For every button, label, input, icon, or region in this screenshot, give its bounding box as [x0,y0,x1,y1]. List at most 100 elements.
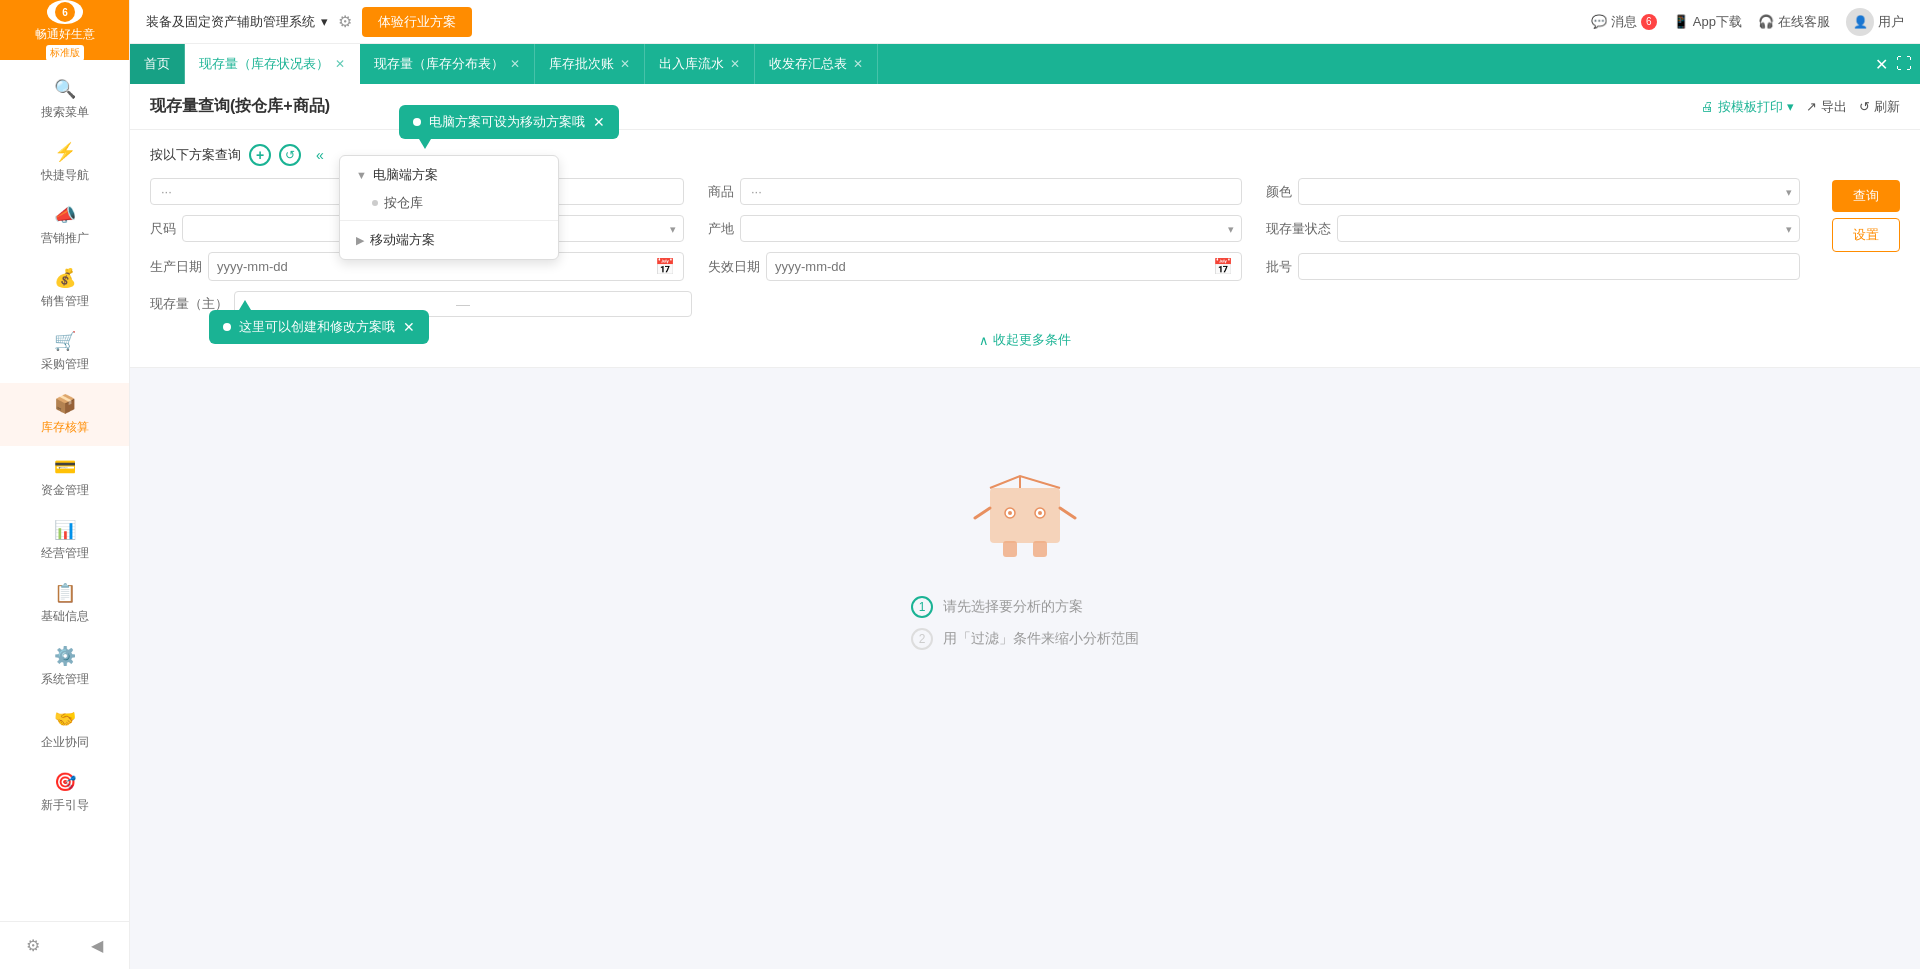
tooltip1-text: 电脑方案可设为移动方案哦 [429,113,585,131]
template-dropdown-icon: ▾ [1787,99,1794,114]
filter-inv-status: 现存量状态 ▾ [1266,215,1800,242]
exp-date-range: 📅 [766,252,1242,281]
tooltip2-arrow [239,300,251,310]
reset-button[interactable]: 设置 [1832,218,1900,252]
user-menu[interactable]: 👤 用户 [1846,8,1904,36]
tab-bar: 首页 现存量（库存状况表） ✕ 现存量（库存分布表） ✕ 库存批次账 ✕ 出入库… [130,44,1920,84]
logo-icon: 6 [47,0,83,24]
exp-date-calendar-icon[interactable]: 📅 [1213,257,1233,276]
tab-inventory-dist[interactable]: 现存量（库存分布表） ✕ [360,44,535,84]
tab-inout-flow-label: 出入库流水 [659,55,724,73]
system-icon: ⚙️ [54,645,76,667]
prod-date-start[interactable] [217,259,651,274]
sidebar-item-finance[interactable]: 💳 资金管理 [0,446,129,509]
tooltip1-close[interactable]: ✕ [593,114,605,130]
tooltip2-close[interactable]: ✕ [403,319,415,335]
origin-label: 产地 [708,220,734,238]
sidebar: 6 畅通好生意 标准版 🔍 搜索菜单 ⚡ 快捷导航 📣 营销推广 💰 销售管理 … [0,0,130,969]
logo-badge: 标准版 [46,45,84,61]
app-download-button[interactable]: 📱 App下载 [1673,13,1742,31]
inv-status-label: 现存量状态 [1266,220,1331,238]
prod-date-calendar-icon[interactable]: 📅 [655,257,675,276]
product-label: 商品 [708,183,734,201]
tab-close-all-icon[interactable]: ✕ [1875,55,1888,74]
step1-text: 请先选择要分析的方案 [943,598,1083,616]
tooltip-scheme-mobile: 电脑方案可设为移动方案哦 ✕ [399,105,619,139]
bullet-icon [372,200,378,206]
batch-input[interactable] [1298,253,1800,280]
sidebar-item-system[interactable]: ⚙️ 系统管理 [0,635,129,698]
settings-button[interactable]: ⚙ [20,930,46,961]
sidebar-item-basic[interactable]: 📋 基础信息 [0,572,129,635]
empty-state: 1 请先选择要分析的方案 2 用「过滤」条件来缩小分析范围 [130,368,1920,730]
color-select[interactable] [1298,178,1800,205]
refresh-scheme-button[interactable]: ↺ [279,144,301,166]
origin-select[interactable] [740,215,1242,242]
sidebar-item-inventory[interactable]: 📦 库存核算 [0,383,129,446]
sidebar-item-search[interactable]: 🔍 搜索菜单 [0,68,129,131]
quicknav-icon: ⚡ [54,141,76,163]
tab-batch-ledger-close[interactable]: ✕ [620,57,630,71]
tab-inout-flow[interactable]: 出入库流水 ✕ [645,44,755,84]
tab-home[interactable]: 首页 [130,44,185,84]
sidebar-item-marketing[interactable]: 📣 营销推广 [0,194,129,257]
filter-color: 颜色 ▾ [1266,178,1800,205]
system-selector[interactable]: 装备及固定资产辅助管理系统 ▾ [146,13,328,31]
tab-collect-summary[interactable]: 收发存汇总表 ✕ [755,44,878,84]
scheme-item-wrapper: 按仓库 [356,190,558,216]
sidebar-item-purchase[interactable]: 🛒 采购管理 [0,320,129,383]
marketing-icon: 📣 [54,204,76,226]
sidebar-label-sales: 销售管理 [41,293,89,310]
sidebar-label-inventory: 库存核算 [41,419,89,436]
tab-inventory-dist-close[interactable]: ✕ [510,57,520,71]
inv-qty-end[interactable] [474,297,683,312]
sidebar-nav: 🔍 搜索菜单 ⚡ 快捷导航 📣 营销推广 💰 销售管理 🛒 采购管理 📦 库存核… [0,60,129,921]
prod-date-label: 生产日期 [150,258,202,276]
mobile-section-toggle[interactable]: ▶ 移动端方案 [340,225,558,255]
pc-section-toggle[interactable]: ▼ 电脑端方案 [340,160,558,190]
filter-area: 按以下方案查询 + ↺ « ▼ 电脑端方案 按仓库 [130,130,1920,368]
tab-inventory-status[interactable]: 现存量（库存状况表） ✕ [185,44,360,84]
enterprise-icon: 🤝 [54,708,76,730]
svg-rect-7 [1003,541,1017,557]
settings-gear-icon[interactable]: ⚙ [338,12,352,31]
inv-status-select[interactable] [1337,215,1800,242]
sidebar-item-newbie[interactable]: 🎯 新手引导 [0,761,129,824]
collapse-icon: ∧ [979,333,989,348]
tab-collect-summary-close[interactable]: ✕ [853,57,863,71]
tab-inout-flow-close[interactable]: ✕ [730,57,740,71]
chevron-down-icon: ▼ [356,169,367,181]
refresh-button[interactable]: ↺ 刷新 [1859,98,1900,116]
header-left: 装备及固定资产辅助管理系统 ▾ ⚙ 体验行业方案 [146,7,472,37]
sidebar-item-quicknav[interactable]: ⚡ 快捷导航 [0,131,129,194]
step1-num: 1 [911,596,933,618]
search-icon: 🔍 [54,78,76,100]
tab-batch-ledger[interactable]: 库存批次账 ✕ [535,44,645,84]
tab-maximize-icon[interactable]: ⛶ [1896,55,1912,73]
message-icon: 💬 [1591,14,1607,29]
back-scheme-button[interactable]: « [309,144,331,166]
main-header: 装备及固定资产辅助管理系统 ▾ ⚙ 体验行业方案 💬 消息 6 📱 App下载 … [130,0,1920,44]
product-filter-input[interactable]: ··· [740,178,1242,205]
empty-illustration [965,448,1085,572]
sidebar-item-enterprise[interactable]: 🤝 企业协同 [0,698,129,761]
tab-collect-summary-label: 收发存汇总表 [769,55,847,73]
sales-icon: 💰 [54,267,76,289]
sidebar-item-operations[interactable]: 📊 经营管理 [0,509,129,572]
tab-inventory-status-close[interactable]: ✕ [335,57,345,71]
page-actions: 🖨 按模板打印 ▾ ↗ 导出 ↺ 刷新 [1701,98,1900,116]
online-support-button[interactable]: 🎧 在线客服 [1758,13,1830,31]
sidebar-item-sales[interactable]: 💰 销售管理 [0,257,129,320]
exp-date-start[interactable] [775,259,1209,274]
export-button[interactable]: ↗ 导出 [1806,98,1847,116]
page-title: 现存量查询(按仓库+商品) [150,96,330,117]
collapse-sidebar-button[interactable]: ◀ [85,930,109,961]
search-button[interactable]: 查询 [1832,180,1900,212]
message-button[interactable]: 💬 消息 6 [1591,13,1657,31]
mobile-icon: 📱 [1673,14,1689,29]
add-scheme-button[interactable]: + [249,144,271,166]
template-print-button[interactable]: 🖨 按模板打印 ▾ [1701,98,1794,116]
solution-button[interactable]: 体验行业方案 [362,7,472,37]
inv-status-select-wrap: ▾ [1337,215,1800,242]
system-dropdown-icon[interactable]: ▾ [321,14,328,29]
